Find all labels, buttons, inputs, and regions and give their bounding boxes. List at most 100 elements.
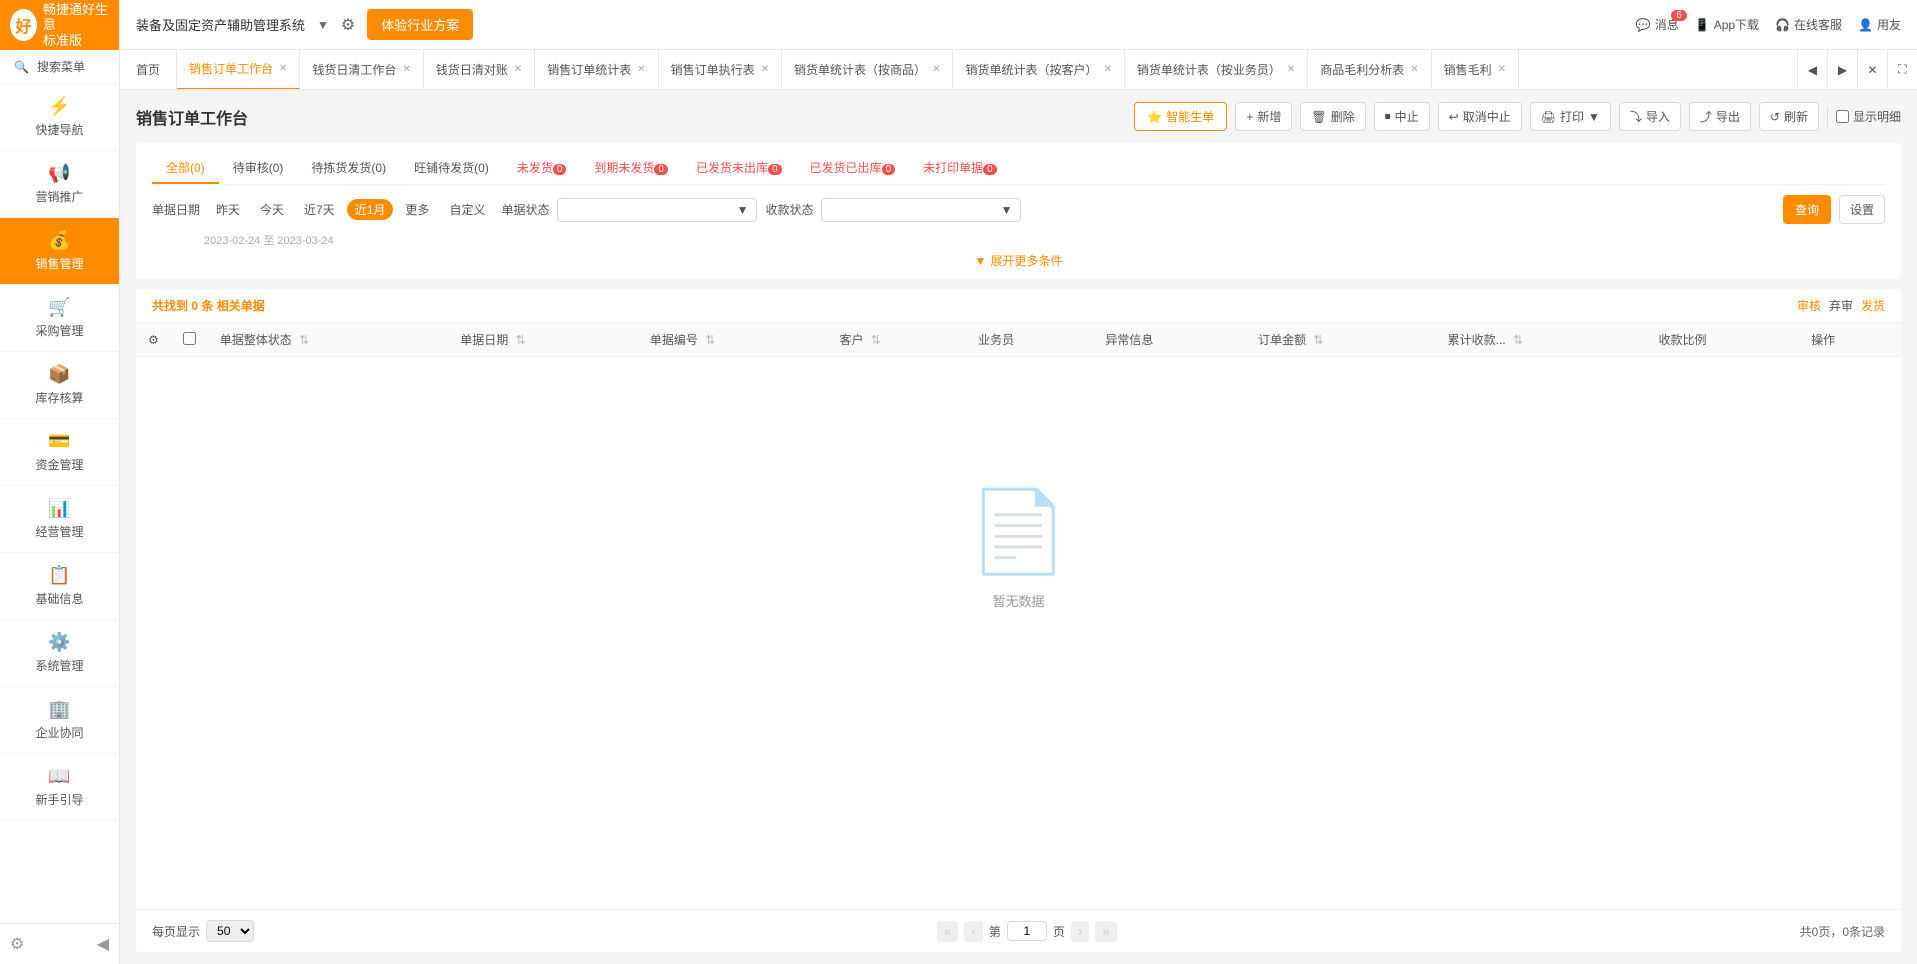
tab-close-icon[interactable]: ✕ [514,64,522,75]
sort-icon[interactable]: ⇅ [705,333,715,347]
filter-tab-not-shipped[interactable]: 未发货0 [503,153,581,184]
sidebar-item-guide[interactable]: 📖 新手引导 [0,754,119,821]
filter-tab-all[interactable]: 全部(0) [152,153,219,184]
tab-close-icon[interactable]: ✕ [1103,64,1111,75]
sort-icon[interactable]: ⇅ [516,333,526,347]
tab-sales-stats[interactable]: 销售订单统计表 ✕ [535,50,658,90]
sidebar-item-marketing[interactable]: 📢 营销推广 [0,151,119,218]
date-1month[interactable]: 近1月 [347,199,394,220]
trial-button[interactable]: 体验行业方案 [367,9,473,40]
filter-tab-overdue[interactable]: 到期未发货0 [580,153,682,184]
tab-close-icon[interactable]: ✕ [761,64,769,75]
ship-action-btn[interactable]: 发货 [1861,297,1885,314]
sidebar-item-system[interactable]: ⚙️ 系统管理 [0,620,119,687]
col-checkbox[interactable] [171,323,208,357]
show-detail-input[interactable] [1836,110,1849,123]
sort-icon[interactable]: ⇅ [1313,333,1323,347]
sort-icon[interactable]: ⇅ [1513,333,1523,347]
date-more[interactable]: 更多 [397,199,437,220]
page-input[interactable] [1007,921,1047,941]
filter-tab-pending-review[interactable]: 待审核(0) [219,153,298,184]
sidebar-item-basic-info[interactable]: 📋 基础信息 [0,553,119,620]
import-button[interactable]: ⤵ 导入 [1619,102,1681,131]
sidebar-item-capital[interactable]: 💳 资金管理 [0,419,119,486]
sidebar-settings-btn[interactable]: ⚙ [10,934,24,954]
table-scroll[interactable]: ⚙ 单据整体状态 ⇅ 单据日期 ⇅ 单据编号 [136,323,1901,909]
purchase-icon: 🛒 [48,297,70,318]
filter-tab-pending-inspect[interactable]: 待拣货发货(0) [297,153,400,184]
operations-icon: 📊 [48,498,70,519]
select-all-checkbox[interactable] [183,332,196,345]
tab-margin[interactable]: 商品毛利分析表 ✕ [1308,50,1431,90]
message-btn[interactable]: 💬 消息 6 [1636,16,1679,33]
payment-select[interactable]: ▼ [821,198,1021,222]
query-button[interactable]: 查询 [1783,195,1831,224]
sidebar-item-search[interactable]: 🔍 搜索菜单 [0,50,119,84]
delete-icon: 🗑 [1311,110,1326,124]
filter-settings-button[interactable]: 设置 [1839,195,1885,224]
show-detail-checkbox[interactable]: 显示明细 [1836,108,1901,125]
tab-close-icon[interactable]: ✕ [1498,64,1506,75]
sort-icon[interactable]: ⇅ [299,333,309,347]
status-select[interactable]: ▼ [557,198,757,222]
sidebar-item-operations[interactable]: 📊 经营管理 [0,486,119,553]
sidebar-collapse-btn[interactable]: ◀ [97,934,109,954]
filter-tab-shipped-not-out[interactable]: 已发货未出库0 [682,153,796,184]
expand-btn[interactable]: ▼ 展开更多条件 [975,252,1063,269]
tab-cash-reconcile[interactable]: 钱货日清对账 ✕ [424,50,535,90]
tab-fullscreen-btn[interactable]: ⛶ [1887,50,1917,90]
col-settings[interactable]: ⚙ [136,323,171,357]
system-dropdown[interactable]: ▼ [317,18,329,32]
tab-close-all-btn[interactable]: ✕ [1857,50,1887,90]
tab-sales-workbench[interactable]: 销售订单工作台 ✕ [177,50,300,90]
date-today[interactable]: 今天 [252,199,292,220]
header-settings-icon[interactable]: ⚙ [341,15,355,35]
cancel-review-btn[interactable]: 弃审 [1829,297,1853,314]
next-page-btn[interactable]: › [1071,921,1089,942]
app-download-btn[interactable]: 📱 App下载 [1695,16,1759,33]
sidebar-item-purchase[interactable]: 🛒 采购管理 [0,285,119,352]
prev-page-btn[interactable]: ‹ [964,921,982,942]
user-menu[interactable]: 👤 用友 [1858,16,1901,33]
online-service-btn[interactable]: 🎧 在线客服 [1775,16,1842,33]
date-custom[interactable]: 自定义 [441,199,493,220]
tab-close-icon[interactable]: ✕ [637,64,645,75]
tab-close-icon[interactable]: ✕ [1287,64,1295,75]
tab-close-icon[interactable]: ✕ [932,64,940,75]
sort-icon[interactable]: ⇅ [871,333,881,347]
tab-sales-staff[interactable]: 销货单统计表（按业务员） ✕ [1125,50,1308,90]
cancel-stop-button[interactable]: ↩ 取消中止 [1438,102,1522,131]
export-button[interactable]: ⤴ 导出 [1689,102,1751,131]
first-page-btn[interactable]: « [937,921,958,942]
sidebar-item-inventory[interactable]: 📦 库存核算 [0,352,119,419]
tab-sales-customer[interactable]: 销货单统计表（按客户） ✕ [953,50,1124,90]
tab-sales-product[interactable]: 销货单统计表（按商品） ✕ [782,50,953,90]
tab-sales-exec[interactable]: 销售订单执行表 ✕ [659,50,782,90]
review-action-btn[interactable]: 审核 [1797,297,1821,314]
tab-home[interactable]: 首页 [120,50,177,90]
new-button[interactable]: + 新增 [1235,102,1292,131]
last-page-btn[interactable]: » [1095,921,1116,942]
tab-prev-btn[interactable]: ◀ [1797,50,1827,90]
filter-tab-wangpu[interactable]: 旺铺待发货(0) [400,153,503,184]
tab-close-icon[interactable]: ✕ [1410,64,1418,75]
filter-tab-shipped-out[interactable]: 已发货已出库0 [796,153,910,184]
tab-next-btn[interactable]: ▶ [1827,50,1857,90]
tab-sales-profit[interactable]: 销售毛利 ✕ [1432,50,1519,90]
date-yesterday[interactable]: 昨天 [208,199,248,220]
print-button[interactable]: 🖨 打印 ▼ [1530,102,1611,131]
page-size-select[interactable]: 50 [206,920,254,942]
tab-close-icon[interactable]: ✕ [402,64,410,75]
shipped-out-badge: 0 [882,164,896,175]
tab-cash-daily[interactable]: 钱货日清工作台 ✕ [300,50,423,90]
date-7days[interactable]: 近7天 [296,199,343,220]
sidebar-item-sales[interactable]: 💰 销售管理 [0,218,119,285]
tab-close-icon[interactable]: ✕ [279,63,287,74]
smart-create-button[interactable]: ⭐ 智能生单 [1134,102,1227,131]
stop-button[interactable]: ⏹ 中止 [1374,102,1430,131]
delete-button[interactable]: 🗑 删除 [1300,102,1365,131]
filter-tab-not-printed[interactable]: 未打印单据0 [909,153,1011,184]
refresh-button[interactable]: ↺ 刷新 [1759,102,1819,131]
sidebar-item-enterprise[interactable]: 🏢 企业协同 [0,687,119,754]
sidebar-item-quick-nav[interactable]: ⚡ 快捷导航 [0,84,119,151]
